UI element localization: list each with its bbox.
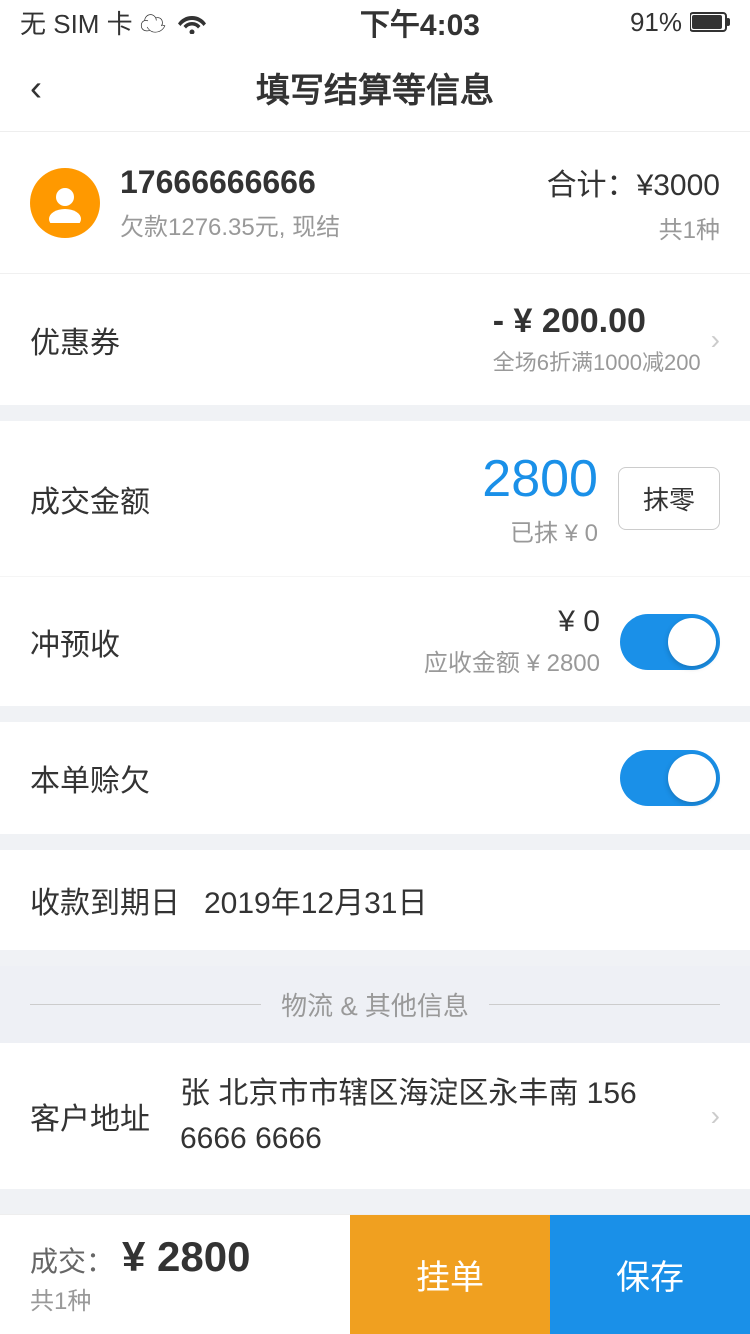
customer-card: 17666666666 欠款1276.35元, 现结 合计：¥3000 共1种 … [0, 132, 750, 405]
debit-row: 本单赊欠 [0, 722, 750, 834]
bottom-bar: 成交： ¥ 2800 共1种 挂单 保存 [0, 1214, 750, 1334]
coupon-desc: 全场6折满1000减200 [493, 345, 701, 377]
nav-bar: ‹ 填写结算等信息 [0, 44, 750, 132]
round-zero-button[interactable]: 抹零 [618, 467, 720, 530]
debit-label: 本单赊欠 [30, 756, 150, 800]
bottom-price: ¥ 2800 [122, 1233, 250, 1281]
divider-line-right [489, 1004, 720, 1005]
person-icon [45, 183, 85, 223]
address-label: 客户地址 [30, 1094, 150, 1138]
bottom-deal-row: 成交： ¥ 2800 [30, 1233, 320, 1281]
prepay-right: ¥ 0 应收金额 ¥ 2800 [424, 605, 720, 678]
deal-amount-right: 2800 已抹 ¥ 0 抹零 [482, 449, 720, 548]
back-button[interactable]: ‹ [30, 67, 42, 109]
due-date-row: 收款到期日 2019年12月31日 [0, 850, 750, 950]
deal-amount-row: 成交金额 2800 已抹 ¥ 0 抹零 [0, 421, 750, 577]
address-row[interactable]: 客户地址 张 北京市市辖区海淀区永丰南 156 6666 6666 › [0, 1043, 750, 1189]
customer-phone: 17666666666 [120, 164, 340, 201]
bottom-deal-label: 成交： [30, 1240, 114, 1280]
status-bar: 无 SIM 卡 ☁ 下午4:03 91% [0, 0, 750, 44]
address-chevron-icon: › [711, 1100, 720, 1132]
hang-button[interactable]: 挂单 [350, 1215, 550, 1334]
debit-toggle[interactable] [620, 750, 720, 806]
save-button[interactable]: 保存 [550, 1215, 750, 1334]
customer-sub: 欠款1276.35元, 现结 [120, 207, 340, 242]
prepay-main: ¥ 0 [424, 605, 600, 639]
bottom-count: 共1种 [30, 1281, 320, 1316]
due-date-value: 2019年12月31日 [204, 878, 427, 922]
customer-details: 17666666666 欠款1276.35元, 现结 [120, 164, 340, 242]
deal-amount-main: 2800 [482, 449, 598, 509]
page-title: 填写结算等信息 [256, 63, 494, 112]
deal-section: 成交金额 2800 已抹 ¥ 0 抹零 冲预收 ¥ 0 应收金额 ¥ 2800 [0, 421, 750, 706]
customer-total: 合计：¥3000 共1种 [547, 160, 720, 245]
deal-amount-sub: 已抹 ¥ 0 [482, 513, 598, 548]
status-time: 下午4:03 [360, 0, 480, 44]
debit-toggle-knob [668, 754, 716, 802]
customer-info: 17666666666 欠款1276.35元, 现结 [30, 164, 340, 242]
wifi-icon [174, 10, 210, 34]
coupon-right: - ¥ 200.00 全场6折满1000减200 › [493, 302, 720, 377]
coupon-row[interactable]: 优惠券 - ¥ 200.00 全场6折满1000减200 › [0, 273, 750, 405]
sim-status: 无 SIM 卡 ☁ [20, 4, 166, 41]
logistics-label: 物流 & 其他信息 [281, 986, 469, 1023]
battery-percent: 91% [630, 7, 682, 38]
coupon-discount: - ¥ 200.00 [493, 302, 701, 341]
status-right: 91% [630, 7, 730, 38]
deal-amount-number: 2800 已抹 ¥ 0 [482, 449, 598, 548]
due-date-label: 收款到期日 [30, 878, 180, 922]
deal-label: 成交金额 [30, 477, 150, 521]
total-amount: 合计：¥3000 [547, 160, 720, 204]
logistics-divider: 物流 & 其他信息 [0, 966, 750, 1043]
address-value: 张 北京市市辖区海淀区永丰南 156 6666 6666 [180, 1071, 711, 1161]
total-count: 共1种 [547, 210, 720, 245]
coupon-info: - ¥ 200.00 全场6折满1000减200 [493, 302, 701, 377]
status-left: 无 SIM 卡 ☁ [20, 4, 210, 41]
prepay-toggle[interactable] [620, 614, 720, 670]
bottom-deal-info: 成交： ¥ 2800 共1种 [0, 1233, 350, 1316]
prepay-label: 冲预收 [30, 620, 120, 664]
prepay-amount: ¥ 0 应收金额 ¥ 2800 [424, 605, 600, 678]
coupon-label: 优惠券 [30, 318, 120, 362]
prepay-sub: 应收金额 ¥ 2800 [424, 643, 600, 678]
chevron-right-icon: › [711, 324, 720, 356]
toggle-knob [668, 618, 716, 666]
prepay-row: 冲预收 ¥ 0 应收金额 ¥ 2800 [0, 577, 750, 706]
avatar [30, 168, 100, 238]
battery-icon [690, 11, 730, 33]
divider-line-left [30, 1004, 261, 1005]
